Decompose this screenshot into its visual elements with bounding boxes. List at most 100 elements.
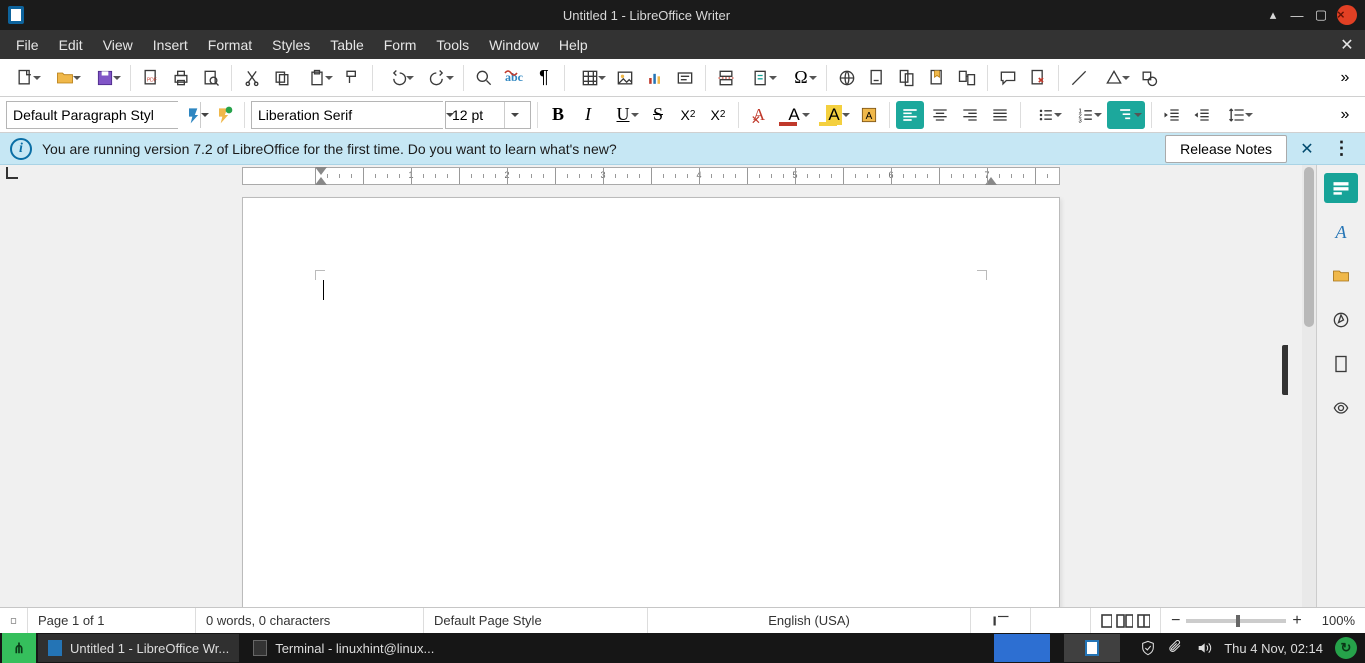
vertical-scrollbar[interactable] — [1302, 165, 1316, 607]
export-pdf-button[interactable]: PDF — [137, 64, 165, 92]
clear-formatting-button[interactable]: A✕ — [745, 101, 773, 129]
formatting-marks-button[interactable]: ¶ — [530, 64, 558, 92]
new-document-button[interactable] — [6, 64, 44, 92]
menu-help[interactable]: Help — [549, 33, 598, 57]
menu-file[interactable]: File — [6, 33, 49, 57]
toolbar-overflow-button[interactable]: » — [1331, 64, 1359, 92]
close-document-button[interactable]: ✕ — [1335, 35, 1359, 55]
navigator-panel-button[interactable] — [1324, 305, 1358, 335]
insert-bookmark-button[interactable] — [923, 64, 951, 92]
font-name-combo[interactable] — [251, 101, 443, 129]
properties-panel-button[interactable] — [1324, 173, 1358, 203]
maximize-button[interactable]: ▢ — [1309, 7, 1333, 23]
page-panel-button[interactable] — [1324, 349, 1358, 379]
line-tool-button[interactable] — [1065, 64, 1093, 92]
first-line-indent-marker[interactable] — [315, 167, 327, 175]
highlight-color-button[interactable]: A — [815, 101, 853, 129]
paste-button[interactable] — [298, 64, 336, 92]
menu-form[interactable]: Form — [374, 33, 427, 57]
menu-window[interactable]: Window — [479, 33, 549, 57]
zoom-percent[interactable]: 100% — [1312, 608, 1365, 633]
redo-button[interactable] — [419, 64, 457, 92]
tab-stop-selector[interactable] — [6, 167, 18, 179]
update-style-button[interactable] — [180, 101, 208, 129]
line-spacing-button[interactable] — [1218, 101, 1256, 129]
menu-styles[interactable]: Styles — [262, 33, 320, 57]
insert-hyperlink-button[interactable] — [833, 64, 861, 92]
strikethrough-button[interactable]: S — [644, 101, 672, 129]
gallery-panel-button[interactable] — [1324, 261, 1358, 291]
page-count[interactable]: Page 1 of 1 — [28, 608, 196, 633]
page-style-status[interactable]: Default Page Style — [424, 608, 648, 633]
numbered-list-button[interactable]: 123 — [1067, 101, 1105, 129]
update-indicator-icon[interactable]: ↻ — [1335, 637, 1357, 659]
insert-endnote-button[interactable] — [893, 64, 921, 92]
tray-writer-button[interactable] — [1064, 634, 1120, 662]
save-status-icon[interactable] — [0, 608, 28, 633]
insert-footnote-button[interactable] — [863, 64, 891, 92]
font-name-input[interactable] — [252, 102, 445, 128]
close-window-button[interactable]: × — [1337, 5, 1357, 25]
print-button[interactable] — [167, 64, 195, 92]
align-left-button[interactable] — [896, 101, 924, 129]
format-toolbar-overflow-button[interactable]: » — [1331, 101, 1359, 129]
insert-symbol-button[interactable]: Ω — [782, 64, 820, 92]
find-replace-button[interactable] — [470, 64, 498, 92]
paragraph-style-input[interactable] — [7, 102, 200, 128]
insert-chart-button[interactable] — [641, 64, 669, 92]
show-desktop-button[interactable] — [994, 634, 1050, 662]
shield-icon[interactable] — [1140, 640, 1156, 656]
basic-shapes-button[interactable] — [1095, 64, 1133, 92]
taskbar-terminal[interactable]: Terminal - linuxhint@linux... — [243, 634, 444, 662]
document-page[interactable] — [242, 197, 1060, 607]
bold-button[interactable]: B — [544, 101, 572, 129]
insert-page-break-button[interactable] — [712, 64, 740, 92]
scrollbar-thumb[interactable] — [1304, 167, 1314, 327]
print-preview-button[interactable] — [197, 64, 225, 92]
view-layout[interactable] — [1091, 608, 1161, 633]
italic-button[interactable]: I — [574, 101, 602, 129]
menu-insert[interactable]: Insert — [143, 33, 198, 57]
font-color-button[interactable]: A — [775, 101, 813, 129]
language-status[interactable]: English (USA) — [648, 608, 971, 633]
open-button[interactable] — [46, 64, 84, 92]
style-inspector-button[interactable] — [1324, 393, 1358, 423]
zoom-control[interactable]: − + — [1161, 612, 1312, 630]
roll-up-button[interactable]: ▴ — [1261, 7, 1285, 23]
horizontal-ruler[interactable]: 1234567 — [242, 167, 1060, 185]
decrease-indent-button[interactable] — [1188, 101, 1216, 129]
insert-field-button[interactable] — [742, 64, 780, 92]
align-justify-button[interactable] — [986, 101, 1014, 129]
superscript-button[interactable]: X2 — [674, 101, 702, 129]
word-count[interactable]: 0 words, 0 characters — [196, 608, 424, 633]
insert-image-button[interactable] — [611, 64, 639, 92]
insert-table-button[interactable] — [571, 64, 609, 92]
start-menu-button[interactable]: ⋔ — [2, 633, 36, 663]
subscript-button[interactable]: X2 — [704, 101, 732, 129]
clock[interactable]: Thu 4 Nov, 02:14 — [1224, 641, 1323, 656]
insert-mode[interactable] — [971, 608, 1031, 633]
sidebar-collapse-handle[interactable] — [1282, 345, 1288, 395]
char-dialog-button[interactable]: A — [855, 101, 883, 129]
new-style-button[interactable] — [210, 101, 238, 129]
align-right-button[interactable] — [956, 101, 984, 129]
menu-view[interactable]: View — [93, 33, 143, 57]
attachment-icon[interactable] — [1168, 640, 1184, 656]
clone-formatting-button[interactable] — [338, 64, 366, 92]
menu-edit[interactable]: Edit — [49, 33, 93, 57]
bullet-list-button[interactable] — [1027, 101, 1065, 129]
insert-cross-ref-button[interactable] — [953, 64, 981, 92]
undo-button[interactable] — [379, 64, 417, 92]
draw-functions-button[interactable] — [1135, 64, 1163, 92]
font-size-combo[interactable] — [445, 101, 531, 129]
paragraph-style-combo[interactable] — [6, 101, 178, 129]
copy-button[interactable] — [268, 64, 296, 92]
taskbar-writer[interactable]: Untitled 1 - LibreOffice Wr... — [38, 634, 239, 662]
left-indent-marker[interactable] — [315, 177, 327, 185]
styles-panel-button[interactable]: A — [1324, 217, 1358, 247]
outline-list-button[interactable] — [1107, 101, 1145, 129]
spellcheck-button[interactable]: abc — [500, 64, 528, 92]
infobar-menu-button[interactable]: ⋮ — [1327, 138, 1355, 159]
cut-button[interactable] — [238, 64, 266, 92]
volume-icon[interactable] — [1196, 640, 1212, 656]
